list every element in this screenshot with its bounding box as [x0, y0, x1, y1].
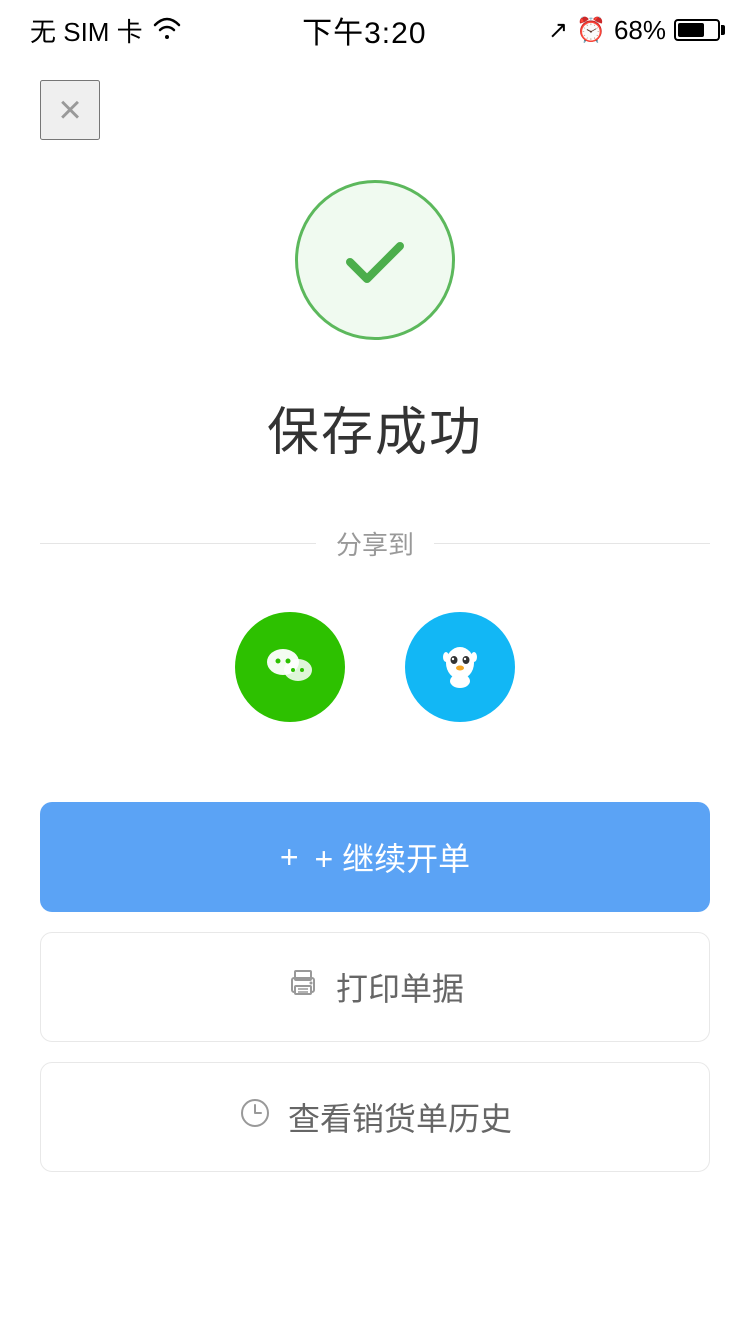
- status-right: ↗ ⏰ 68%: [548, 15, 720, 46]
- continue-label: + 继续开单: [315, 834, 471, 880]
- share-qq-button[interactable]: [405, 612, 515, 722]
- battery-container: [674, 19, 720, 41]
- wifi-icon: [153, 15, 181, 46]
- status-time: 下午3:20: [302, 8, 426, 52]
- success-title: 保存成功: [267, 390, 483, 465]
- continue-icon: +: [280, 839, 299, 876]
- battery-fill: [678, 23, 704, 37]
- history-label: 查看销货单历史: [288, 1094, 512, 1140]
- share-divider: 分享到: [40, 525, 710, 562]
- status-bar: 无 SIM 卡 下午3:20 ↗ ⏰ 68%: [0, 0, 750, 60]
- success-icon-circle: [295, 180, 455, 340]
- battery-percent: 68%: [614, 15, 666, 46]
- share-wechat-button[interactable]: [235, 612, 345, 722]
- no-sim-text: 无 SIM 卡: [30, 12, 143, 49]
- main-content: × 保存成功 分享到: [0, 60, 750, 1334]
- printer-icon: [286, 966, 320, 1008]
- divider-line-left: [40, 543, 316, 544]
- clock-icon: [238, 1096, 272, 1138]
- history-button[interactable]: 查看销货单历史: [40, 1062, 710, 1172]
- status-left: 无 SIM 卡: [30, 12, 181, 49]
- share-buttons-row: [235, 612, 515, 722]
- action-buttons: + + 继续开单 打印单据: [40, 802, 710, 1172]
- close-icon: ×: [58, 90, 81, 130]
- share-label: 分享到: [336, 525, 414, 562]
- alarm-icon: ⏰: [576, 16, 606, 45]
- print-label: 打印单据: [336, 964, 464, 1010]
- qq-icon: [430, 637, 490, 697]
- battery-bar: [674, 19, 720, 41]
- wechat-icon: [260, 637, 320, 697]
- location-icon: ↗: [548, 16, 568, 45]
- close-button[interactable]: ×: [40, 80, 100, 140]
- continue-button[interactable]: + + 继续开单: [40, 802, 710, 912]
- print-button[interactable]: 打印单据: [40, 932, 710, 1042]
- checkmark-icon: [335, 220, 415, 300]
- divider-line-right: [434, 543, 710, 544]
